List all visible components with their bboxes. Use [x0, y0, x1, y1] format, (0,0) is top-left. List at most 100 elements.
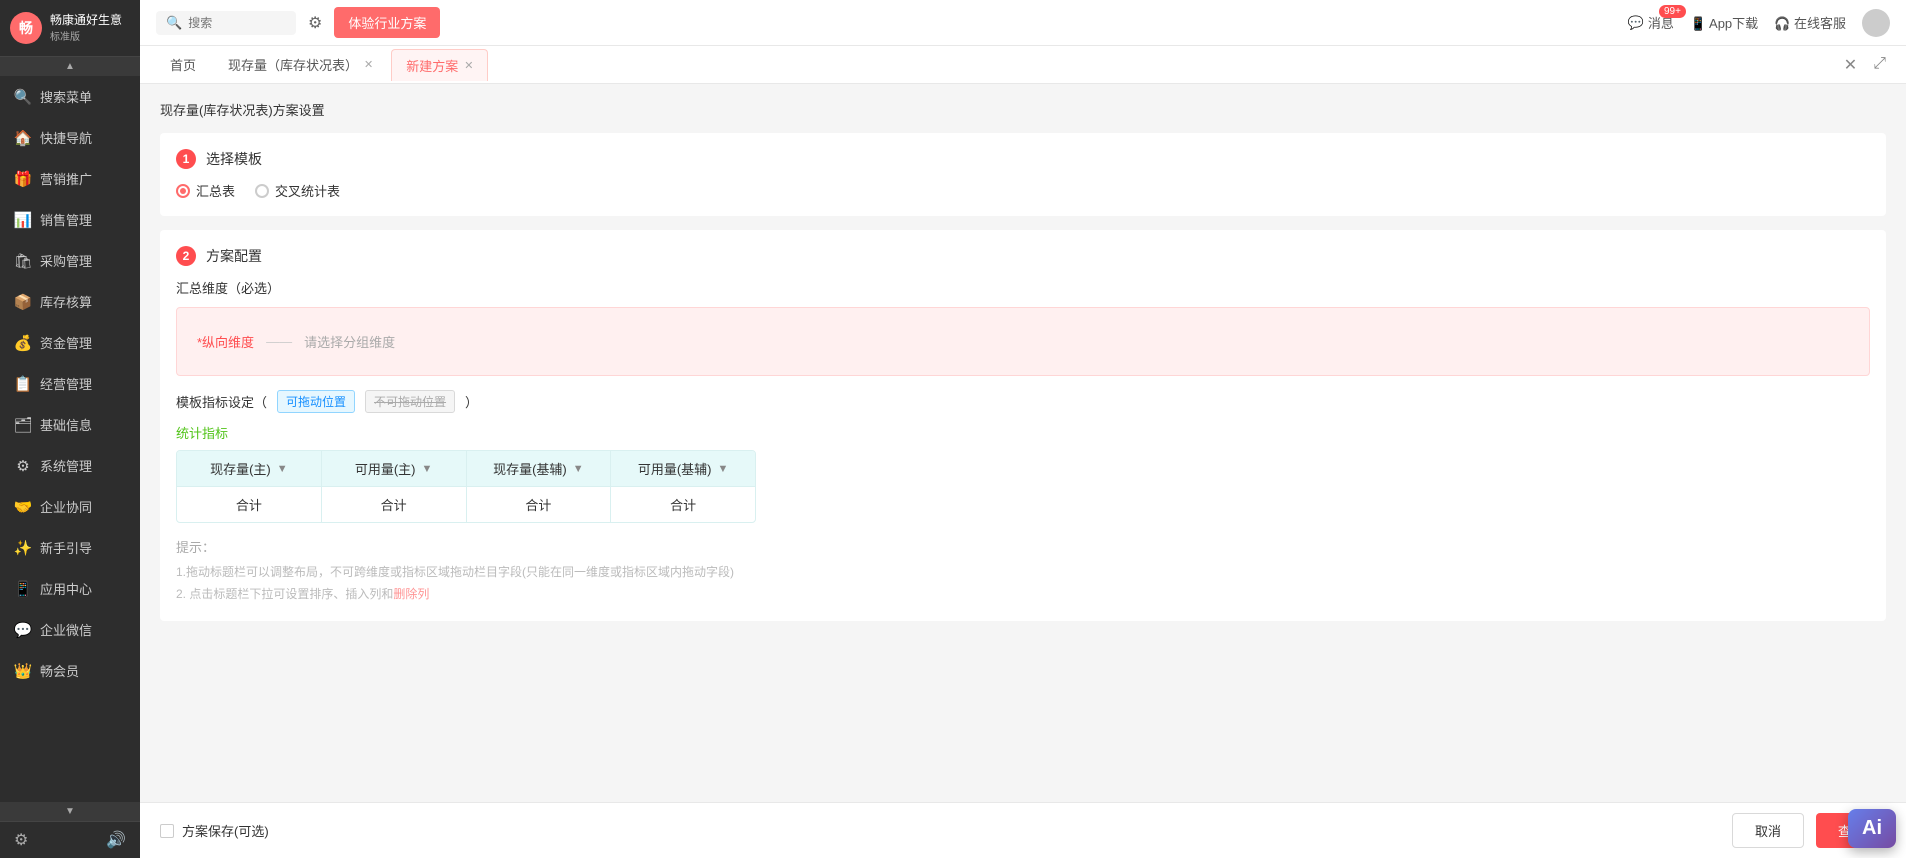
col2-chevron-icon: ▼	[422, 463, 433, 475]
bottom-bar: 方案保存(可选) 取消 查询	[140, 802, 1906, 858]
sidebar-item-purchase[interactable]: 🛍 采购管理	[0, 240, 140, 281]
sparkle-icon: ✨	[14, 539, 32, 557]
sidebar-scroll-down[interactable]: ▼	[0, 802, 140, 821]
home-icon: 🏠	[14, 129, 32, 147]
sidebar-item-system[interactable]: ⚙ 系统管理	[0, 445, 140, 486]
tab-new-plan[interactable]: 新建方案 ✕	[391, 49, 488, 81]
radio-cross-dot	[255, 184, 269, 198]
radio-summary-dot	[176, 184, 190, 198]
message-count-badge: 99+	[1659, 5, 1686, 18]
message-icon: 💬	[1628, 15, 1644, 31]
tips-item-2: 2. 点击标题栏下拉可设置排序、插入列和删除列	[176, 584, 1870, 606]
search-input[interactable]	[188, 16, 278, 30]
stats-col3-header[interactable]: 现存量(基辅) ▼	[467, 451, 612, 486]
stats-table: 现存量(主) ▼ 可用量(主) ▼ 现存量(基辅) ▼ 可用量(基辅) ▼	[176, 450, 756, 523]
user-avatar[interactable]	[1862, 9, 1890, 37]
app-download-link[interactable]: 📱 App下载	[1690, 13, 1758, 32]
col1-chevron-icon: ▼	[277, 463, 288, 475]
step2-section: 2 方案配置 汇总维度（必选） *纵向维度 —— 请选择分组维度 模板指标设定（…	[160, 230, 1886, 621]
sidebar-nav: 🔍 搜索菜单 🏠 快捷导航 🎁 营销推广 📊 销售管理 🛍 采购管理 📦 库存核…	[0, 76, 140, 802]
draggable-badge: 可拖动位置	[277, 390, 355, 413]
chart-icon: 📊	[14, 211, 32, 229]
sidebar-item-vip[interactable]: 👑 畅会员	[0, 650, 140, 691]
sidebar-item-basic[interactable]: 🗂 基础信息	[0, 404, 140, 445]
tab-expand-icon[interactable]: ⤢	[1869, 53, 1890, 77]
save-checkbox-box[interactable]	[160, 824, 174, 838]
tab-corner: ✕ ⤢	[1840, 53, 1890, 77]
stats-col1-cell: 合计	[177, 487, 322, 522]
tab-inventory-status[interactable]: 现存量（库存状况表） ✕	[214, 49, 387, 80]
sidebar-item-sales[interactable]: 📊 销售管理	[0, 199, 140, 240]
audio-footer-icon[interactable]: 🔊	[106, 830, 126, 850]
clipboard-icon: 📋	[14, 375, 32, 393]
step2-label: 方案配置	[206, 246, 262, 266]
stats-col1-header[interactable]: 现存量(主) ▼	[177, 451, 322, 486]
topbar-gear-icon[interactable]: ⚙	[308, 13, 322, 33]
col3-chevron-icon: ▼	[573, 463, 584, 475]
shopping-icon: 🛍	[14, 252, 32, 270]
stats-col3-cell: 合计	[467, 487, 612, 522]
tab-new-plan-close-icon[interactable]: ✕	[464, 59, 473, 72]
page-title: 现存量(库存状况表)方案设置	[160, 100, 1886, 119]
ai-float-button[interactable]: Ai	[1848, 809, 1896, 848]
handshake-icon: 🤝	[14, 498, 32, 516]
message-badge[interactable]: 💬 消息 99+	[1628, 13, 1674, 32]
cancel-button[interactable]: 取消	[1732, 813, 1804, 848]
dimension-row: *纵向维度 —— 请选择分组维度	[197, 332, 1849, 351]
logo-icon: 畅	[10, 12, 42, 44]
box-icon: 📦	[14, 293, 32, 311]
money-icon: 💰	[14, 334, 32, 352]
stats-table-row: 合计 合计 合计 合计	[177, 486, 755, 522]
sidebar-item-cooperation[interactable]: 🤝 企业协同	[0, 486, 140, 527]
step1-number: 1	[176, 149, 196, 169]
topbar-right: 💬 消息 99+ 📱 App下载 🎧 在线客服	[1628, 9, 1890, 37]
sidebar-item-newbie[interactable]: ✨ 新手引导	[0, 527, 140, 568]
trial-industry-button[interactable]: 体验行业方案	[334, 7, 440, 38]
step1-label: 选择模板	[206, 149, 262, 169]
gift-icon: 🎁	[14, 170, 32, 188]
sidebar-item-marketing[interactable]: 🎁 营销推广	[0, 158, 140, 199]
stats-table-header: 现存量(主) ▼ 可用量(主) ▼ 现存量(基辅) ▼ 可用量(基辅) ▼	[177, 451, 755, 486]
step2-header: 2 方案配置	[176, 246, 1870, 266]
radio-cross[interactable]: 交叉统计表	[255, 181, 340, 200]
tab-inventory-close-icon[interactable]: ✕	[364, 58, 373, 71]
sidebar-item-finance[interactable]: 💰 资金管理	[0, 322, 140, 363]
sidebar-item-wechat[interactable]: 💬 企业微信	[0, 609, 140, 650]
dimension-dash: ——	[266, 334, 292, 349]
logo-text: 畅康通好生意 标准版	[50, 13, 122, 44]
sidebar-item-search[interactable]: 🔍 搜索菜单	[0, 76, 140, 117]
template-radio-group: 汇总表 交叉统计表	[176, 181, 1870, 200]
tab-home[interactable]: 首页	[156, 49, 210, 80]
chat-icon: 💬	[14, 621, 32, 639]
phone-icon: 📱	[14, 580, 32, 598]
template-section-label: 模板指标设定（ 可拖动位置 不可拖动位置 ）	[176, 390, 1870, 413]
headset-icon: 🎧	[1774, 16, 1790, 31]
online-service-link[interactable]: 🎧 在线客服	[1774, 13, 1846, 32]
dimension-placeholder[interactable]: 请选择分组维度	[304, 332, 395, 351]
main-content: 现存量(库存状况表)方案设置 1 选择模板 汇总表 交叉统计表 2	[140, 84, 1906, 802]
topbar-search-box[interactable]: 🔍	[156, 11, 296, 35]
radio-summary[interactable]: 汇总表	[176, 181, 235, 200]
sidebar-item-apps[interactable]: 📱 应用中心	[0, 568, 140, 609]
sidebar-item-shortcut[interactable]: 🏠 快捷导航	[0, 117, 140, 158]
sidebar-logo: 畅 畅康通好生意 标准版	[0, 0, 140, 57]
topbar: 🔍 ⚙ 体验行业方案 💬 消息 99+ 📱 App下载 🎧 在线客服	[140, 0, 1906, 46]
sidebar-item-management[interactable]: 📋 经营管理	[0, 363, 140, 404]
crown-icon: 👑	[14, 662, 32, 680]
sidebar-scroll-up[interactable]: ▲	[0, 57, 140, 76]
search-icon-topbar: 🔍	[166, 15, 182, 31]
tips-section: 提示： 1.拖动标题栏可以调整布局，不可跨维度或指标区域拖动栏目字段(只能在同一…	[176, 537, 1870, 605]
tips-title: 提示：	[176, 537, 1870, 556]
dimension-area: *纵向维度 —— 请选择分组维度	[176, 307, 1870, 376]
tabs-bar: 首页 现存量（库存状况表） ✕ 新建方案 ✕ ✕ ⤢	[140, 46, 1906, 84]
step2-number: 2	[176, 246, 196, 266]
save-checkbox-label[interactable]: 方案保存(可选)	[160, 821, 269, 840]
col4-chevron-icon: ▼	[718, 463, 729, 475]
stats-col2-header[interactable]: 可用量(主) ▼	[322, 451, 467, 486]
tab-minimize-icon[interactable]: ✕	[1840, 53, 1861, 77]
settings-footer-icon[interactable]: ⚙	[14, 830, 28, 850]
sidebar: 畅 畅康通好生意 标准版 ▲ 🔍 搜索菜单 🏠 快捷导航 🎁 营销推广 📊 销售…	[0, 0, 140, 858]
sidebar-item-inventory[interactable]: 📦 库存核算	[0, 281, 140, 322]
stats-col4-header[interactable]: 可用量(基辅) ▼	[611, 451, 755, 486]
tips-item-1: 1.拖动标题栏可以调整布局，不可跨维度或指标区域拖动栏目字段(只能在同一维度或指…	[176, 562, 1870, 584]
